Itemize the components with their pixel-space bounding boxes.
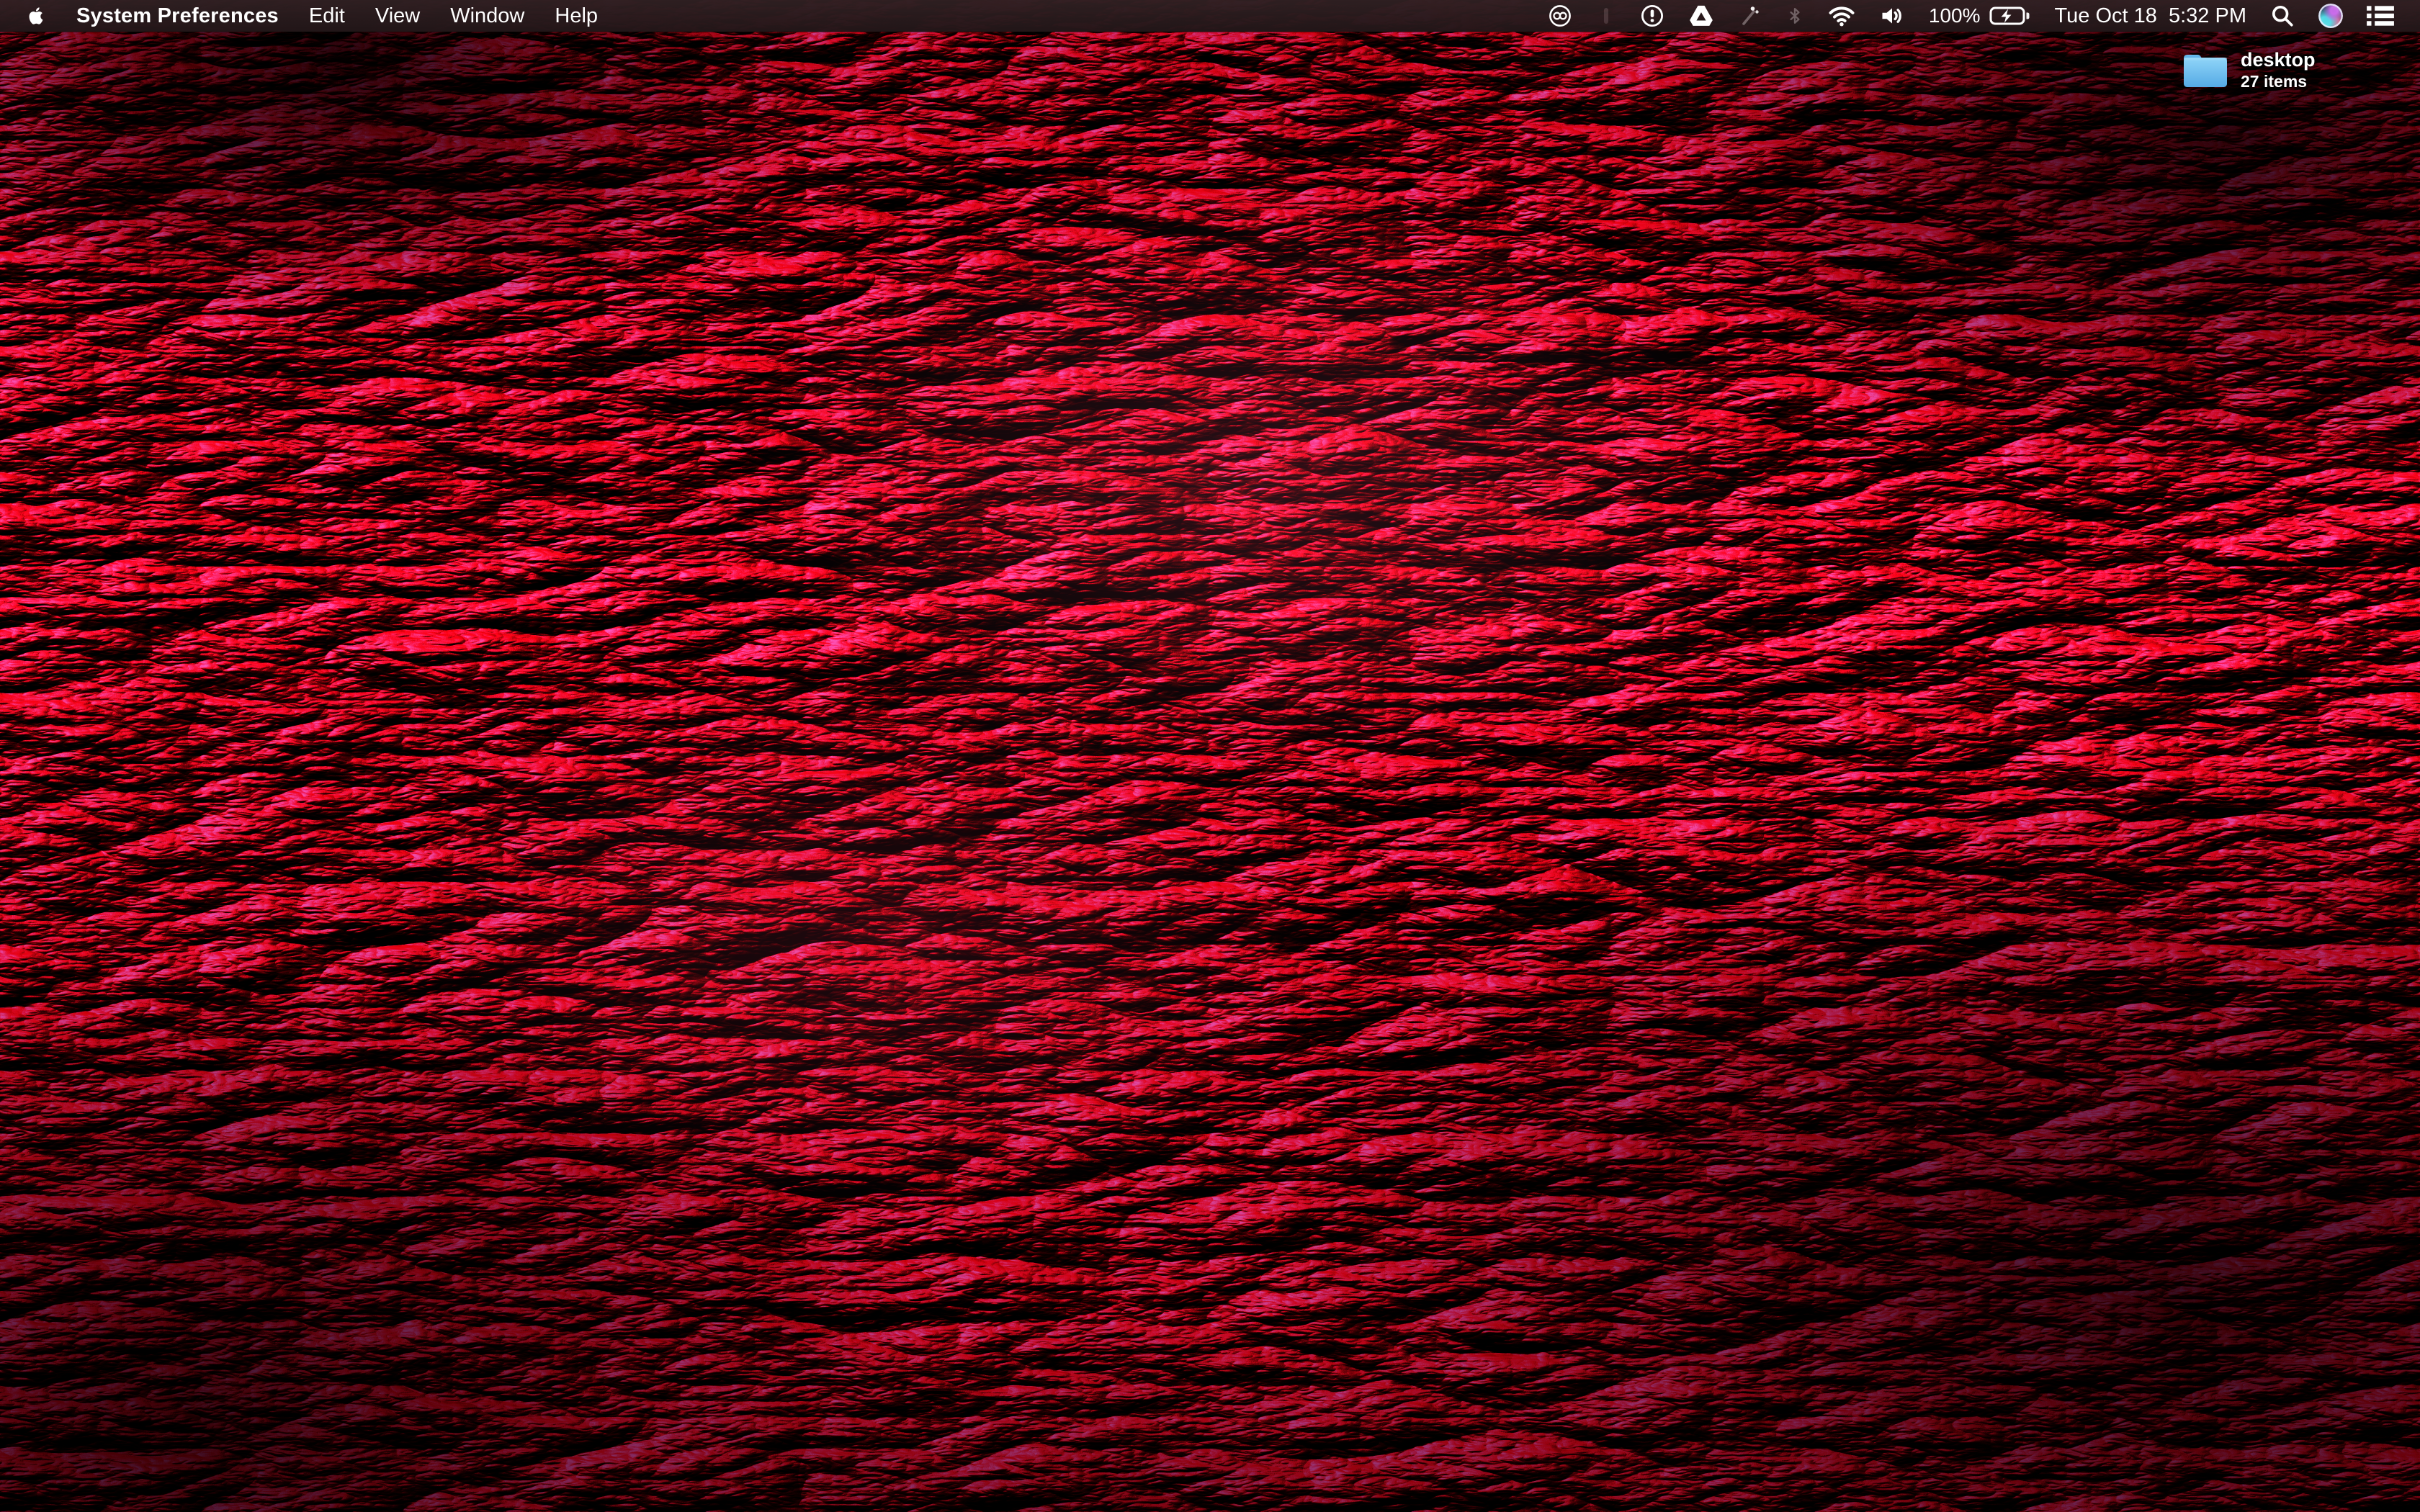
google-drive-icon[interactable]: [1689, 0, 1713, 32]
menu-edit[interactable]: Edit: [309, 4, 345, 28]
menu-bar: System Preferences Edit View Window Help: [0, 0, 2420, 32]
apple-menu[interactable]: [26, 5, 46, 27]
active-app-menu[interactable]: System Preferences: [76, 4, 279, 28]
battery-charging-icon: [1989, 6, 2031, 26]
bluetooth-icon[interactable]: [1785, 0, 1804, 32]
battery-percent-label: 100%: [1929, 4, 1981, 27]
menu-bar-status: 100% Tue Oct 18 5:32 PM: [1547, 0, 2420, 32]
siri-icon[interactable]: [2318, 0, 2343, 32]
desktop-folder-count: 27 items: [2241, 73, 2316, 90]
wand-icon[interactable]: [1737, 0, 1762, 32]
battery-status[interactable]: 100%: [1929, 4, 2031, 27]
menu-bar-left: System Preferences Edit View Window Help: [0, 0, 628, 32]
menu-window[interactable]: Window: [450, 4, 524, 28]
menu-view[interactable]: View: [375, 4, 420, 28]
adobe-creative-cloud-icon[interactable]: [1547, 0, 1573, 32]
desktop-folder-labels: desktop 27 items: [2241, 50, 2316, 90]
dimmed-status-icon[interactable]: [1597, 0, 1615, 32]
spotlight-search-icon[interactable]: [2270, 0, 2295, 32]
desktop-folder-name: desktop: [2241, 50, 2316, 70]
menu-bar-clock[interactable]: Tue Oct 18 5:32 PM: [2055, 4, 2247, 28]
notification-center-icon[interactable]: [2367, 0, 2394, 32]
1password-icon[interactable]: [1639, 0, 1665, 32]
folder-icon: [2181, 51, 2230, 90]
apple-icon: [26, 5, 46, 27]
menu-help[interactable]: Help: [555, 4, 598, 28]
wallpaper-red-waves: [0, 0, 2420, 1512]
volume-icon[interactable]: [1879, 0, 1905, 32]
wifi-icon[interactable]: [1828, 0, 1855, 32]
desktop-folder-item[interactable]: desktop 27 items: [2181, 50, 2316, 90]
desktop: System Preferences Edit View Window Help: [0, 0, 2420, 1512]
